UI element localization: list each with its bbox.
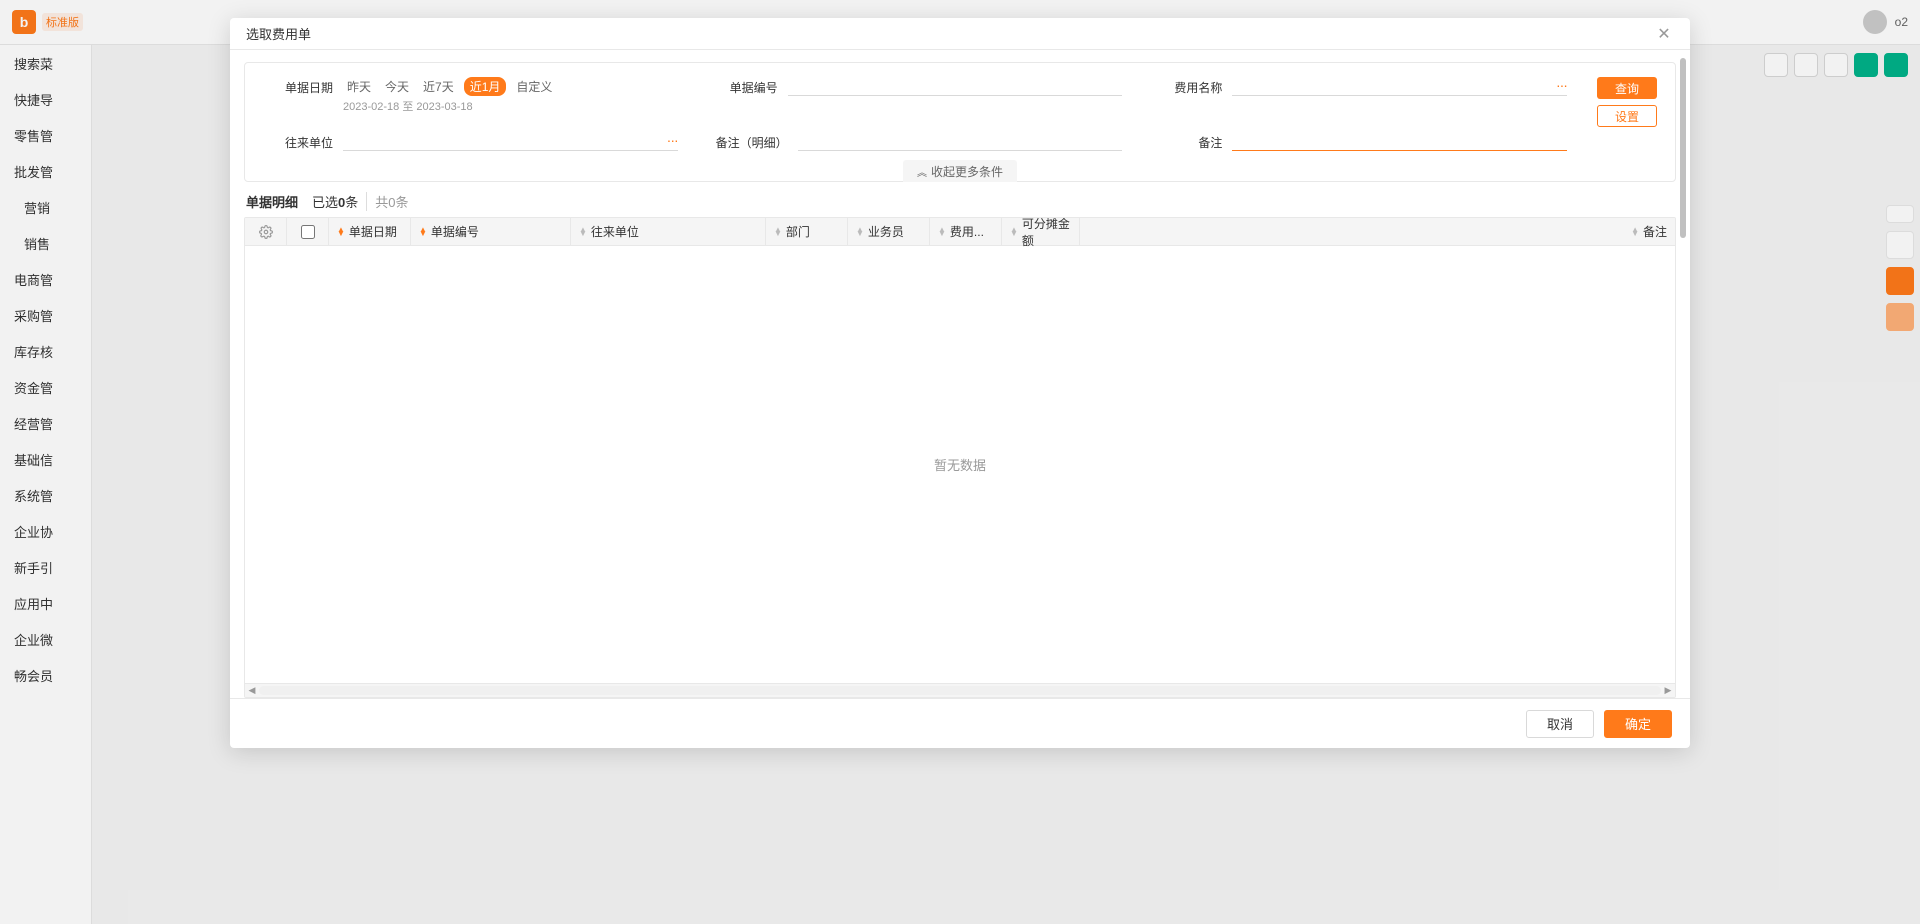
- date-range: 2023-02-18 至 2023-03-18: [343, 98, 678, 114]
- field-partner-label: 往来单位: [263, 132, 333, 151]
- scroll-thumb[interactable]: [1680, 58, 1686, 238]
- modal-header: 选取费用单 ✕: [230, 18, 1690, 50]
- column-settings[interactable]: [245, 218, 287, 245]
- list-title: 单据明细: [246, 192, 298, 211]
- date-tag-yesterday[interactable]: 昨天: [343, 77, 375, 96]
- filter-panel: 单据日期 昨天 今天 近7天 近1月 自定义 2023-02-18 至 2023…: [244, 62, 1676, 182]
- date-tag-today[interactable]: 今天: [381, 77, 413, 96]
- more-icon[interactable]: ···: [1556, 77, 1567, 93]
- sort-icon: ▲▼: [337, 228, 345, 236]
- fee-name-input[interactable]: [1232, 77, 1567, 96]
- field-remark: 备注: [1152, 132, 1567, 151]
- modal-title: 选取费用单: [246, 24, 311, 43]
- column-date[interactable]: ▲▼ 单据日期: [329, 218, 411, 245]
- detail-remark-input[interactable]: [798, 132, 1123, 151]
- table-head: ▲▼ 单据日期 ▲▼ 单据编号 ▲▼ 往来单位 ▲▼ 部门: [245, 218, 1675, 246]
- column-remark[interactable]: ▲▼ 备注: [1080, 218, 1675, 245]
- date-tag-custom[interactable]: 自定义: [512, 77, 556, 96]
- modal-overlay: 选取费用单 ✕ 单据日期 昨天 今天 近7天 近1月: [0, 0, 1920, 924]
- field-date-label: 单据日期: [263, 77, 333, 96]
- sort-icon: ▲▼: [419, 228, 427, 236]
- column-dept[interactable]: ▲▼ 部门: [766, 218, 848, 245]
- settings-button[interactable]: 设置: [1597, 105, 1657, 127]
- column-fee[interactable]: ▲▼ 费用...: [930, 218, 1002, 245]
- field-fee-name-label: 费用名称: [1152, 77, 1222, 96]
- collapse-label: 收起更多条件: [931, 163, 1003, 180]
- chevron-up-icon: ︽: [917, 164, 927, 179]
- scroll-track[interactable]: [259, 686, 1661, 695]
- sort-icon: ▲▼: [938, 228, 946, 236]
- query-button[interactable]: 查询: [1597, 77, 1657, 99]
- list-header: 单据明细 已选0条 共0条: [244, 182, 1676, 217]
- modal: 选取费用单 ✕ 单据日期 昨天 今天 近7天 近1月: [230, 18, 1690, 748]
- field-detail-remark-label: 备注（明细）: [708, 132, 788, 151]
- field-doc-no-label: 单据编号: [708, 77, 778, 96]
- sort-icon: ▲▼: [1010, 228, 1018, 236]
- sort-icon: ▲▼: [856, 228, 864, 236]
- empty-state: 暂无数据: [934, 455, 986, 474]
- modal-body: 单据日期 昨天 今天 近7天 近1月 自定义 2023-02-18 至 2023…: [230, 50, 1690, 698]
- gear-icon: [259, 225, 273, 239]
- sort-icon: ▲▼: [774, 228, 782, 236]
- close-icon[interactable]: ✕: [1654, 24, 1674, 44]
- scroll-right-icon[interactable]: ▶: [1661, 684, 1675, 697]
- column-unit[interactable]: ▲▼ 往来单位: [571, 218, 766, 245]
- select-all-checkbox[interactable]: [301, 225, 315, 239]
- v-scrollbar[interactable]: [1680, 58, 1686, 688]
- scroll-left-icon[interactable]: ◀: [245, 684, 259, 697]
- list-selected: 已选0条: [312, 192, 358, 211]
- field-remark-label: 备注: [1152, 132, 1222, 151]
- partner-input[interactable]: [343, 132, 678, 151]
- modal-footer: 取消 确定: [230, 698, 1690, 748]
- column-biz[interactable]: ▲▼ 业务员: [848, 218, 930, 245]
- date-tag-last1m[interactable]: 近1月: [464, 77, 507, 96]
- sort-icon: ▲▼: [1631, 228, 1639, 236]
- column-amt[interactable]: ▲▼ 可分摊金额: [1002, 218, 1080, 245]
- doc-no-input[interactable]: [788, 77, 1123, 96]
- field-doc-no: 单据编号: [708, 77, 1123, 96]
- field-fee-name: 费用名称 ···: [1152, 77, 1567, 96]
- field-detail-remark: 备注（明细）: [708, 132, 1123, 151]
- more-icon[interactable]: ···: [667, 132, 678, 148]
- table: ▲▼ 单据日期 ▲▼ 单据编号 ▲▼ 往来单位 ▲▼ 部门: [244, 217, 1676, 698]
- collapse-toggle[interactable]: ︽ 收起更多条件: [903, 160, 1017, 182]
- remark-input[interactable]: [1232, 132, 1567, 151]
- cancel-button[interactable]: 取消: [1526, 710, 1594, 738]
- sort-icon: ▲▼: [579, 228, 587, 236]
- field-date: 单据日期 昨天 今天 近7天 近1月 自定义 2023-02-18 至 2023…: [263, 77, 678, 114]
- date-tag-last7[interactable]: 近7天: [419, 77, 458, 96]
- column-num[interactable]: ▲▼ 单据编号: [411, 218, 571, 245]
- field-partner: 往来单位 ···: [263, 132, 678, 151]
- confirm-button[interactable]: 确定: [1604, 710, 1672, 738]
- list-total: 共0条: [366, 192, 408, 211]
- h-scrollbar[interactable]: ◀ ▶: [245, 683, 1675, 697]
- column-checkbox: [287, 218, 329, 245]
- table-body: 暂无数据: [245, 246, 1675, 683]
